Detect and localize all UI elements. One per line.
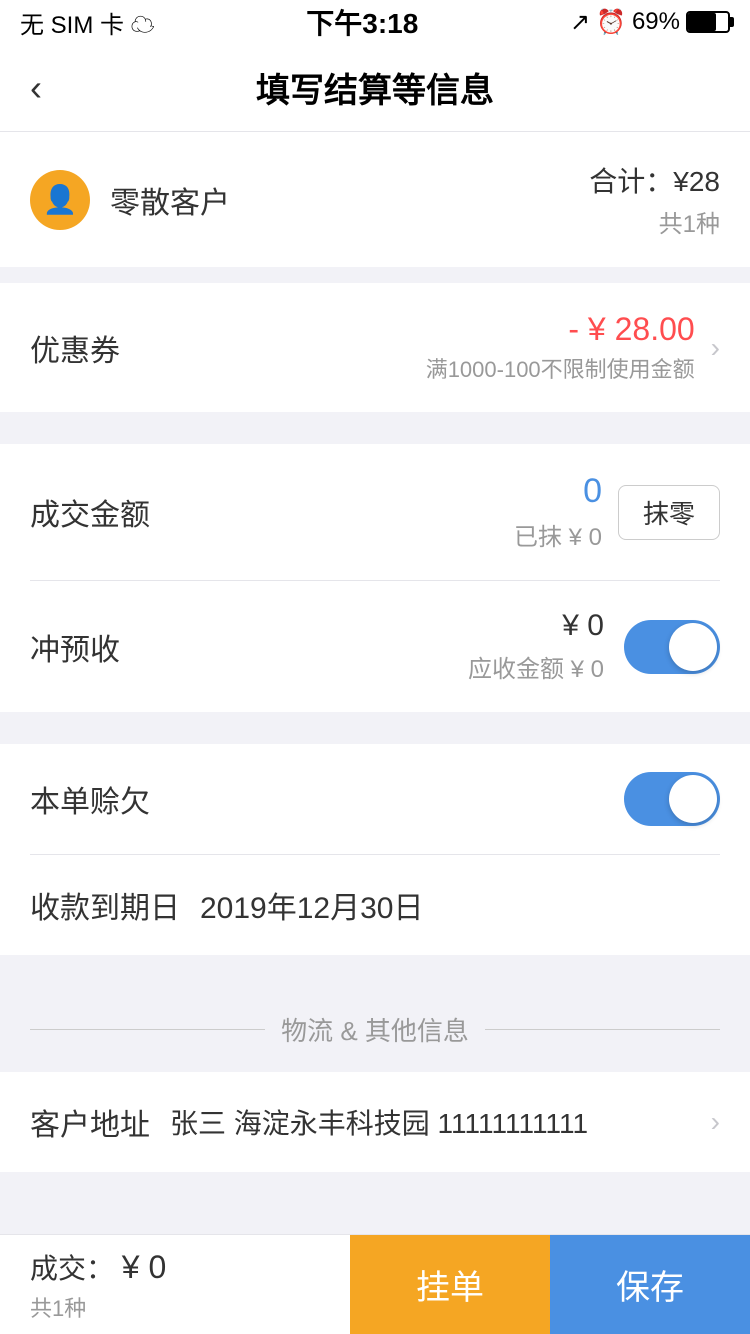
deal-amount: ¥ 0 [122, 1249, 166, 1285]
transaction-right: 0 已抹 ¥ 0 抹零 [514, 472, 720, 552]
debt-label: 本单赊欠 [30, 777, 150, 821]
round-button[interactable]: 抹零 [618, 485, 720, 540]
total-count: 共1种 [589, 204, 720, 239]
logistics-header: 物流 & 其他信息 [0, 987, 750, 1072]
address-chevron-icon: › [711, 1106, 720, 1138]
coupon-section[interactable]: 优惠券 - ¥ 28.00 满1000-100不限制使用金额 › [0, 283, 750, 412]
preadvance-row: 冲预收 ¥ 0 应收金额 ¥ 0 [0, 581, 750, 712]
due-date-row: 收款到期日 2019年12月30日 [0, 855, 750, 955]
bottom-bar: 成交： ¥ 0 共1种 挂单 保存 [0, 1234, 750, 1334]
status-left: 无 SIM 卡 ☁ [20, 5, 155, 40]
debt-right [624, 772, 720, 826]
nav-bar: ‹ 填写结算等信息 [0, 44, 750, 132]
separator-2 [0, 728, 750, 744]
status-bar: 无 SIM 卡 ☁ 下午3:18 ↗ ⏰ 69% [0, 0, 750, 44]
coupon-row[interactable]: 优惠券 - ¥ 28.00 满1000-100不限制使用金额 › [0, 283, 750, 412]
bottom-left: 成交： ¥ 0 共1种 [0, 1247, 350, 1323]
debt-row: 本单赊欠 [0, 744, 750, 854]
header-line-left [30, 1029, 265, 1030]
back-button[interactable]: ‹ [30, 67, 42, 109]
customer-name: 零散客户 [110, 178, 230, 222]
customer-left: 👤 零散客户 [30, 170, 230, 230]
transaction-value: 0 [514, 472, 602, 511]
transaction-section: 成交金额 0 已抹 ¥ 0 抹零 冲预收 ¥ 0 应收金额 ¥ 0 [0, 444, 750, 712]
transaction-label: 成交金额 [30, 490, 150, 534]
address-label: 客户地址 [30, 1100, 150, 1144]
due-date-value: 2019年12月30日 [200, 883, 423, 927]
debt-toggle[interactable] [624, 772, 720, 826]
receivable-amount: 应收金额 ¥ 0 [468, 649, 604, 684]
debt-toggle-knob [669, 775, 717, 823]
toggle-knob [669, 623, 717, 671]
coupon-right: - ¥ 28.00 满1000-100不限制使用金额 › [426, 311, 720, 384]
preadvance-values: ¥ 0 应收金额 ¥ 0 [468, 609, 604, 684]
header-line-right [485, 1029, 720, 1030]
total-amount: 合计：¥28 [589, 160, 720, 200]
status-time: 下午3:18 [306, 2, 418, 42]
battery-icon [686, 11, 730, 33]
logistics-label: 物流 & 其他信息 [281, 1011, 469, 1048]
avatar: 👤 [30, 170, 90, 230]
address-row[interactable]: 客户地址 张三 海淀永丰科技园 11111111111 › [0, 1072, 750, 1172]
address-section[interactable]: 客户地址 张三 海淀永丰科技园 11111111111 › [0, 1072, 750, 1172]
address-value: 张三 海淀永丰科技园 11111111111 [170, 1102, 711, 1142]
coupon-label: 优惠券 [30, 326, 120, 370]
bottom-count: 共1种 [30, 1291, 320, 1323]
avatar-icon: 👤 [43, 183, 78, 216]
transaction-row: 成交金额 0 已抹 ¥ 0 抹零 [0, 444, 750, 580]
preadvance-toggle[interactable] [624, 620, 720, 674]
sim-label: 无 SIM 卡 ☁ [20, 5, 155, 40]
coupon-amount: - ¥ 28.00 [426, 311, 695, 348]
preadvance-label: 冲预收 [30, 625, 120, 669]
alarm-icon: ⏰ [596, 8, 626, 37]
bottom-deal-row: 成交： ¥ 0 [30, 1247, 320, 1287]
customer-section: 👤 零散客户 合计：¥28 共1种 [0, 132, 750, 267]
chevron-right-icon: › [711, 332, 720, 364]
save-button[interactable]: 保存 [550, 1235, 750, 1334]
preadvance-right: ¥ 0 应收金额 ¥ 0 [468, 609, 720, 684]
pending-button[interactable]: 挂单 [350, 1235, 550, 1334]
due-date-label: 收款到期日 [30, 883, 180, 927]
customer-right: 合计：¥28 共1种 [589, 160, 720, 239]
deal-label: 成交： [30, 1253, 114, 1284]
battery-percent: 69% [632, 8, 680, 36]
already-rounded: 已抹 ¥ 0 [514, 517, 602, 552]
coupon-desc: 满1000-100不限制使用金额 [426, 352, 695, 384]
debt-section: 本单赊欠 收款到期日 2019年12月30日 [0, 744, 750, 955]
customer-row: 👤 零散客户 合计：¥28 共1种 [0, 132, 750, 267]
status-right: ↗ ⏰ 69% [570, 8, 730, 37]
preadvance-amount: ¥ 0 [468, 609, 604, 643]
separator-1 [0, 428, 750, 444]
separator-3 [0, 971, 750, 987]
location-icon: ↗ [570, 8, 590, 37]
page-title: 填写结算等信息 [256, 63, 494, 112]
